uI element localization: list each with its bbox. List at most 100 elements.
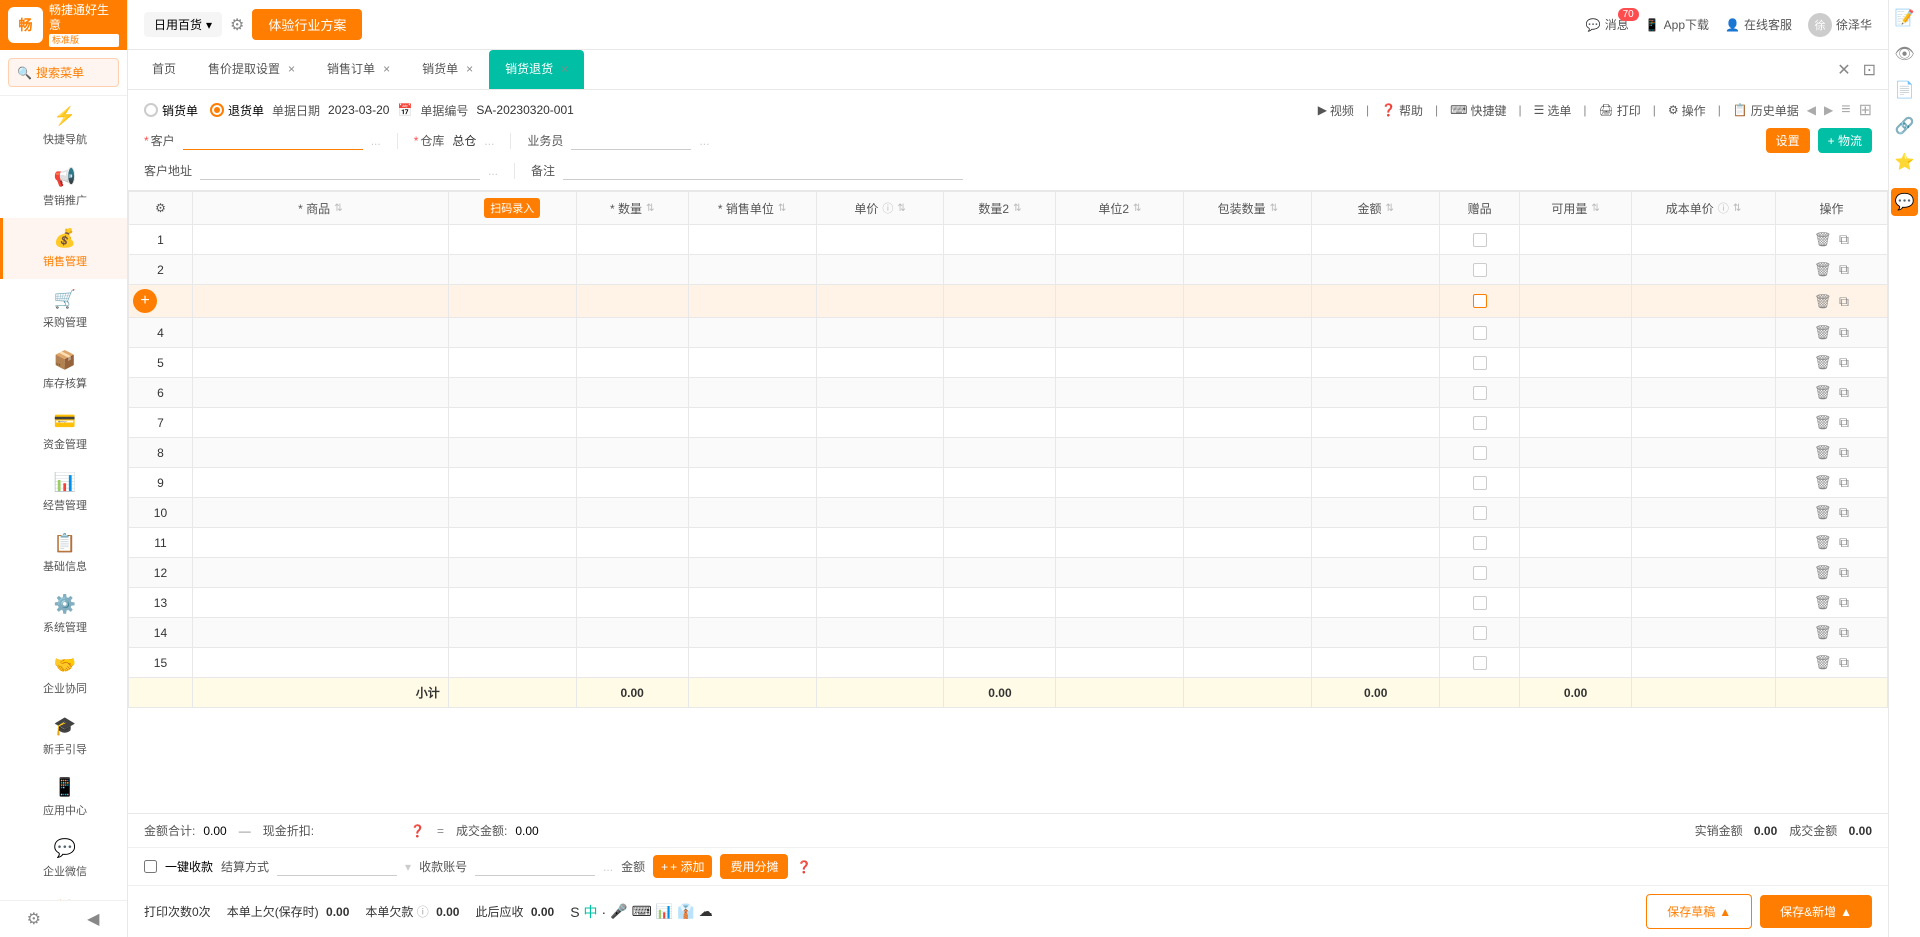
copy-row-btn[interactable]: ⧉ <box>1839 474 1849 490</box>
sidebar-item-quick-nav[interactable]: ⚡ 快捷导航 <box>0 96 127 157</box>
right-panel-btn-4[interactable]: 🔗 <box>1895 116 1915 136</box>
delete-row-btn[interactable]: 🗑 <box>1814 354 1832 370</box>
delete-row-btn[interactable]: 🗑 <box>1814 293 1832 309</box>
gift-cell[interactable] <box>1440 318 1520 348</box>
unit-cell[interactable] <box>688 498 816 528</box>
unit-cell[interactable] <box>688 558 816 588</box>
discount-help-icon[interactable]: ❓ <box>410 824 425 838</box>
product-cell[interactable] <box>192 378 448 408</box>
gift-cell[interactable] <box>1440 468 1520 498</box>
cost-cell[interactable] <box>1632 318 1776 348</box>
sidebar-collapse-btn[interactable]: ◀ <box>68 909 120 929</box>
product-cell[interactable] <box>192 648 448 678</box>
product-cell[interactable] <box>192 225 448 255</box>
account-input[interactable] <box>475 857 595 876</box>
sort-cost-icon[interactable]: ⇅ <box>1733 203 1741 214</box>
avail-cell[interactable] <box>1520 378 1632 408</box>
delete-row-btn[interactable]: 🗑 <box>1814 564 1832 580</box>
copy-row-btn[interactable]: ⧉ <box>1839 261 1849 277</box>
right-panel-btn-6[interactable]: 💬 <box>1891 188 1919 216</box>
settings-icon[interactable]: ⚙ <box>230 15 244 35</box>
qty2-cell[interactable] <box>944 498 1056 528</box>
unit2-cell[interactable] <box>1056 225 1184 255</box>
avail-cell[interactable] <box>1520 318 1632 348</box>
qty-cell[interactable] <box>576 348 688 378</box>
price-cell[interactable] <box>816 558 944 588</box>
customer-dots[interactable]: ... <box>371 134 381 148</box>
copy-row-btn[interactable]: ⧉ <box>1839 504 1849 520</box>
delete-row-btn[interactable]: 🗑 <box>1814 231 1832 247</box>
cost-cell[interactable] <box>1632 348 1776 378</box>
tab-sales-return[interactable]: 销货退货 × <box>489 50 584 89</box>
amount-cell[interactable] <box>1312 618 1440 648</box>
delete-row-btn[interactable]: 🗑 <box>1814 504 1832 520</box>
cost-cell[interactable] <box>1632 558 1776 588</box>
qty-cell[interactable] <box>576 618 688 648</box>
sort-pack-icon[interactable]: ⇅ <box>1270 203 1278 214</box>
copy-row-btn[interactable]: ⧉ <box>1839 444 1849 460</box>
avail-cell[interactable] <box>1520 618 1632 648</box>
sidebar-item-newbie[interactable]: 🎓 新手引导 <box>0 706 127 767</box>
price-cell[interactable] <box>816 225 944 255</box>
pack-cell[interactable] <box>1184 318 1312 348</box>
gift-cell[interactable] <box>1440 225 1520 255</box>
unit2-cell[interactable] <box>1056 498 1184 528</box>
amount-cell[interactable] <box>1312 378 1440 408</box>
avail-cell[interactable] <box>1520 468 1632 498</box>
cost-cell[interactable] <box>1632 498 1776 528</box>
copy-row-btn[interactable]: ⧉ <box>1839 654 1849 670</box>
tool3-icon[interactable]: 🎤 <box>610 903 627 920</box>
amount-cell[interactable] <box>1312 588 1440 618</box>
pack-cell[interactable] <box>1184 528 1312 558</box>
qty-cell[interactable] <box>576 498 688 528</box>
gift-checkbox[interactable] <box>1473 536 1487 550</box>
tool2-icon[interactable]: · <box>602 904 607 920</box>
cost-cell[interactable] <box>1632 468 1776 498</box>
grid-view-icon[interactable]: ⊞ <box>1859 100 1872 120</box>
cost-info-icon[interactable]: ⓘ <box>1718 200 1729 216</box>
gift-checkbox[interactable] <box>1473 386 1487 400</box>
fee-help-icon[interactable]: ❓ <box>796 860 811 874</box>
right-panel-btn-3[interactable]: 📄 <box>1895 80 1915 100</box>
tab-sales-bill[interactable]: 销货单 × <box>406 50 489 89</box>
gift-cell[interactable] <box>1440 588 1520 618</box>
gift-cell[interactable] <box>1440 378 1520 408</box>
product-cell[interactable] <box>192 285 448 318</box>
price-cell[interactable] <box>816 438 944 468</box>
salesperson-input[interactable] <box>571 131 691 150</box>
unit2-cell[interactable] <box>1056 468 1184 498</box>
avail-cell[interactable] <box>1520 438 1632 468</box>
sidebar-item-member[interactable]: 👑 畅会员 <box>0 889 127 900</box>
one-click-pay-checkbox[interactable] <box>144 860 157 873</box>
operate-btn[interactable]: ⚙ 操作 <box>1668 102 1706 119</box>
sidebar-item-inventory[interactable]: 📦 库存核算 <box>0 340 127 401</box>
settings-button[interactable]: 设置 <box>1766 128 1810 153</box>
unit2-cell[interactable] <box>1056 648 1184 678</box>
copy-row-btn[interactable]: ⧉ <box>1839 384 1849 400</box>
gift-cell[interactable] <box>1440 618 1520 648</box>
qty-cell[interactable] <box>576 255 688 285</box>
qty-cell[interactable] <box>576 438 688 468</box>
gift-checkbox[interactable] <box>1473 506 1487 520</box>
product-cell[interactable] <box>192 318 448 348</box>
salesperson-dots[interactable]: ... <box>699 134 709 148</box>
price-cell[interactable] <box>816 588 944 618</box>
gift-checkbox[interactable] <box>1473 233 1487 247</box>
qty-cell[interactable] <box>576 408 688 438</box>
price-cell[interactable] <box>816 468 944 498</box>
pack-cell[interactable] <box>1184 348 1312 378</box>
search-menu-button[interactable]: 🔍 搜索菜单 <box>8 58 119 87</box>
settlement-input[interactable] <box>277 857 397 876</box>
gift-checkbox[interactable] <box>1473 263 1487 277</box>
gift-cell[interactable] <box>1440 255 1520 285</box>
add-payment-btn[interactable]: + + 添加 <box>653 855 712 878</box>
unit2-cell[interactable] <box>1056 438 1184 468</box>
right-panel-btn-5[interactable]: ⭐ <box>1895 152 1915 172</box>
sidebar-item-operations[interactable]: 📊 经营管理 <box>0 462 127 523</box>
qty-cell[interactable] <box>576 378 688 408</box>
copy-row-btn[interactable]: ⧉ <box>1839 534 1849 550</box>
col-gear-header[interactable]: ⚙ <box>129 192 193 225</box>
sort-icon[interactable]: ⇅ <box>334 203 342 214</box>
delete-row-btn[interactable]: 🗑 <box>1814 654 1832 670</box>
sort-amount-icon[interactable]: ⇅ <box>1386 203 1394 214</box>
